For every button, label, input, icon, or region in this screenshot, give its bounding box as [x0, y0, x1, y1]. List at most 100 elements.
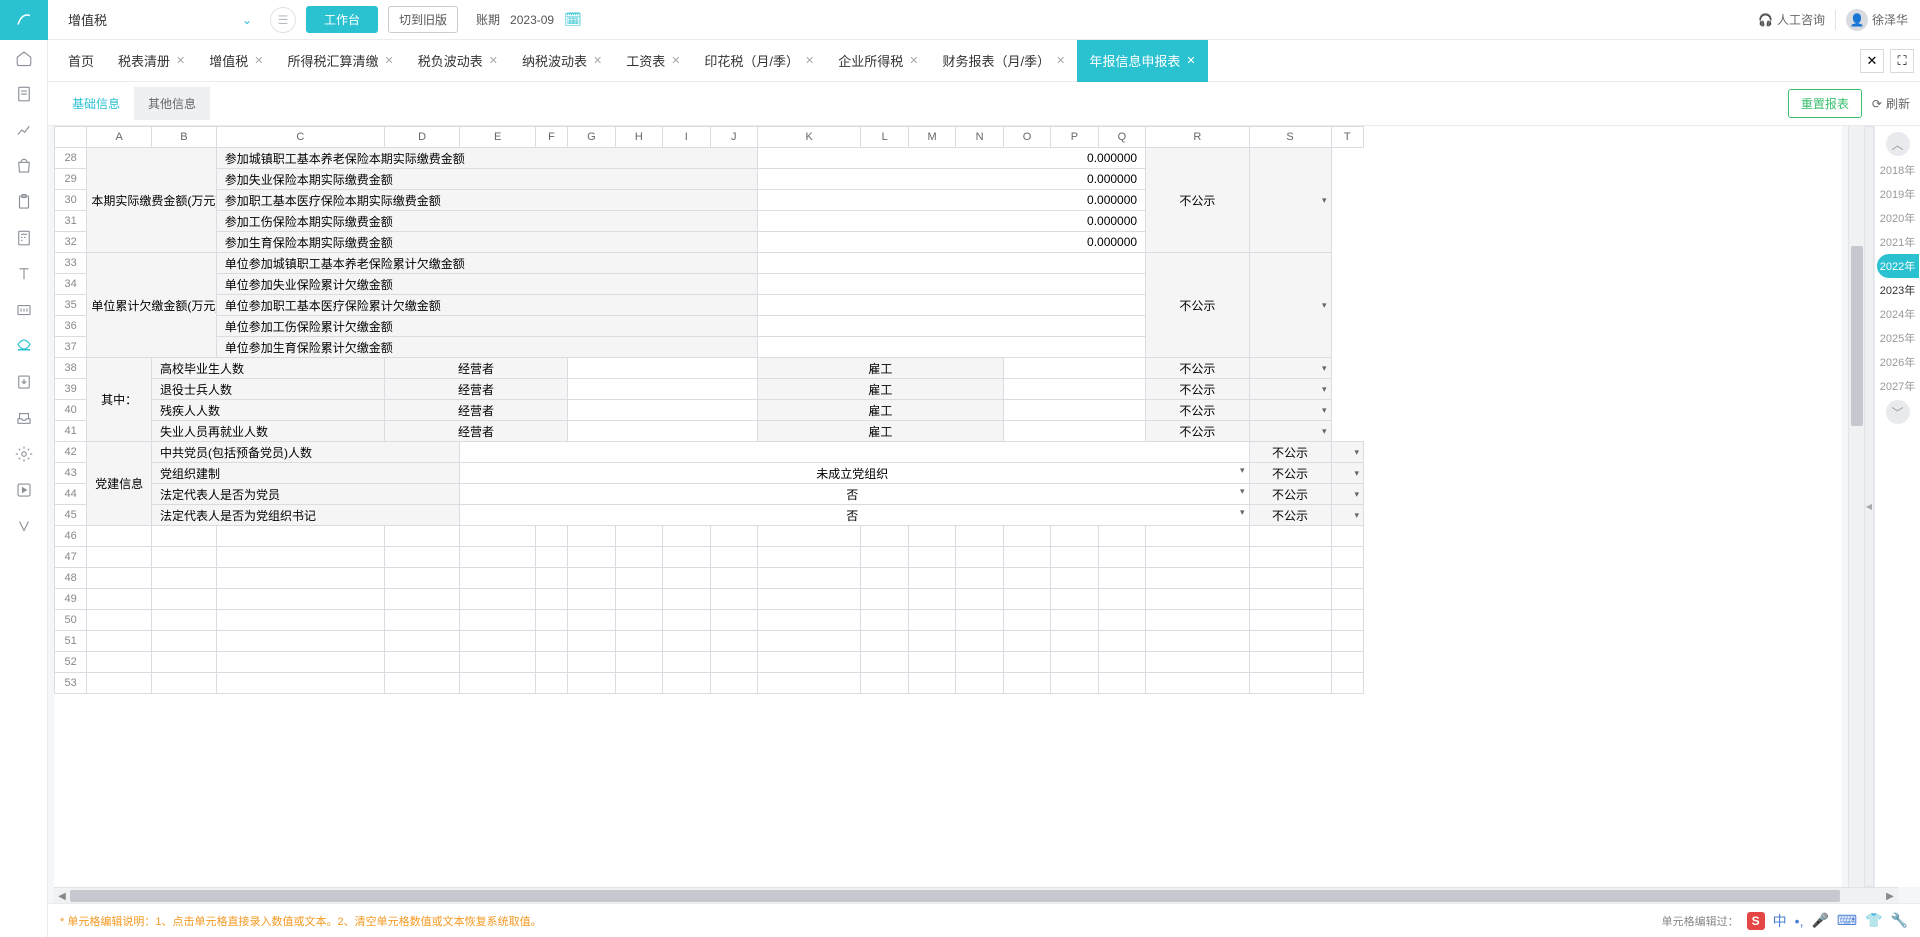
tab-close-icon[interactable]: ✕ — [1186, 54, 1195, 67]
refresh-button[interactable]: ⟳刷新 — [1872, 89, 1910, 118]
cell[interactable] — [1331, 673, 1363, 694]
tab-close-icon[interactable]: ✕ — [176, 54, 185, 67]
tab-close-all-button[interactable]: ✕ — [1860, 49, 1884, 73]
nav-inbox-icon[interactable] — [0, 400, 48, 436]
cell[interactable] — [535, 652, 567, 673]
cell[interactable] — [908, 526, 955, 547]
cell[interactable] — [1249, 652, 1331, 673]
tab-0[interactable]: 首页 — [56, 40, 106, 82]
cell[interactable] — [1098, 547, 1145, 568]
tab-close-icon[interactable]: ✕ — [254, 54, 263, 67]
cell[interactable] — [615, 652, 662, 673]
breadcrumb-dropdown[interactable]: 增值税 ⌄ — [60, 10, 260, 29]
cell[interactable]: 经营者 — [384, 400, 567, 421]
year-item[interactable]: 2018年 — [1877, 158, 1919, 182]
cell[interactable]: 不公示 — [1146, 148, 1250, 253]
ime-lang-icon[interactable]: 中 — [1773, 911, 1787, 931]
row-header[interactable]: 29 — [55, 169, 87, 190]
cell[interactable]: 不公示 — [1249, 463, 1331, 484]
cell[interactable] — [1003, 526, 1050, 547]
col-header[interactable]: I — [663, 127, 710, 148]
tab-4[interactable]: 税负波动表✕ — [406, 40, 510, 82]
tab-10[interactable]: 年报信息申报表✕ — [1077, 40, 1207, 82]
cell[interactable]: 其中： — [87, 358, 152, 442]
row-header[interactable]: 30 — [55, 190, 87, 211]
cell[interactable] — [1249, 253, 1331, 358]
cell[interactable] — [1249, 589, 1331, 610]
cell[interactable] — [1331, 568, 1363, 589]
cell[interactable] — [384, 526, 459, 547]
cell[interactable] — [710, 526, 757, 547]
cell[interactable] — [1331, 631, 1363, 652]
cell[interactable] — [1249, 148, 1331, 253]
reset-report-button[interactable]: 重置报表 — [1788, 89, 1862, 118]
vertical-scrollbar[interactable] — [1848, 126, 1864, 887]
cell[interactable] — [908, 547, 955, 568]
tab-close-icon[interactable]: ✕ — [489, 54, 498, 67]
cell[interactable] — [535, 610, 567, 631]
cell[interactable]: 党建信息 — [87, 442, 152, 526]
year-item[interactable]: 2023年 — [1877, 278, 1919, 302]
cell[interactable]: 不公示 — [1146, 379, 1250, 400]
cell[interactable] — [87, 673, 152, 694]
cell[interactable]: 0.000000 — [757, 232, 1145, 253]
cell[interactable] — [568, 379, 758, 400]
cell[interactable] — [710, 547, 757, 568]
cell[interactable]: 失业人员再就业人数 — [152, 421, 385, 442]
cell[interactable] — [87, 652, 152, 673]
cell[interactable]: 经营者 — [384, 421, 567, 442]
cell[interactable] — [861, 589, 908, 610]
vertical-scrollbar-thumb[interactable] — [1851, 246, 1863, 426]
cell[interactable] — [1146, 610, 1250, 631]
subtab-other[interactable]: 其他信息 — [134, 87, 210, 120]
cell[interactable] — [1249, 631, 1331, 652]
cell[interactable] — [1051, 673, 1098, 694]
tab-5[interactable]: 纳税波动表✕ — [510, 40, 614, 82]
cell[interactable] — [568, 547, 615, 568]
cell[interactable] — [568, 526, 615, 547]
row-header[interactable]: 53 — [55, 673, 87, 694]
cell[interactable] — [861, 568, 908, 589]
row-header[interactable]: 42 — [55, 442, 87, 463]
year-item[interactable]: 2021年 — [1877, 230, 1919, 254]
cell[interactable]: 法定代表人是否为党员 — [152, 484, 460, 505]
cell[interactable] — [568, 652, 615, 673]
cell[interactable] — [663, 568, 710, 589]
cell[interactable] — [568, 673, 615, 694]
cell[interactable]: 高校毕业生人数 — [152, 358, 385, 379]
cell[interactable]: 否 — [460, 484, 1249, 505]
col-header[interactable]: N — [956, 127, 1003, 148]
cell[interactable] — [1051, 652, 1098, 673]
cell[interactable] — [1146, 673, 1250, 694]
cell[interactable] — [568, 631, 615, 652]
cell[interactable]: 单位累计欠缴金额(万元) — [87, 253, 216, 358]
cell[interactable]: 雇工 — [757, 358, 1003, 379]
col-header[interactable]: E — [460, 127, 535, 148]
cell[interactable] — [384, 652, 459, 673]
cell[interactable] — [956, 589, 1003, 610]
cell[interactable] — [861, 547, 908, 568]
cell[interactable] — [757, 610, 861, 631]
tab-close-icon[interactable]: ✕ — [671, 54, 680, 67]
cell[interactable] — [152, 652, 217, 673]
cell[interactable] — [861, 673, 908, 694]
cell[interactable] — [460, 673, 535, 694]
cell[interactable] — [757, 547, 861, 568]
cell[interactable] — [535, 589, 567, 610]
ime-keyboard-icon[interactable]: ⌨ — [1837, 912, 1857, 929]
cell[interactable] — [1331, 652, 1363, 673]
cell[interactable] — [216, 526, 384, 547]
cell[interactable] — [568, 589, 615, 610]
tab-9[interactable]: 财务报表（月/季）✕ — [931, 40, 1078, 82]
cell[interactable] — [956, 610, 1003, 631]
tab-close-icon[interactable]: ✕ — [593, 54, 602, 67]
cell[interactable] — [1051, 610, 1098, 631]
cell[interactable] — [861, 526, 908, 547]
cell[interactable]: 不公示 — [1249, 505, 1331, 526]
row-header[interactable]: 38 — [55, 358, 87, 379]
row-header[interactable]: 35 — [55, 295, 87, 316]
row-header[interactable]: 34 — [55, 274, 87, 295]
col-header[interactable]: T — [1331, 127, 1363, 148]
cell[interactable] — [568, 610, 615, 631]
cell[interactable] — [908, 589, 955, 610]
